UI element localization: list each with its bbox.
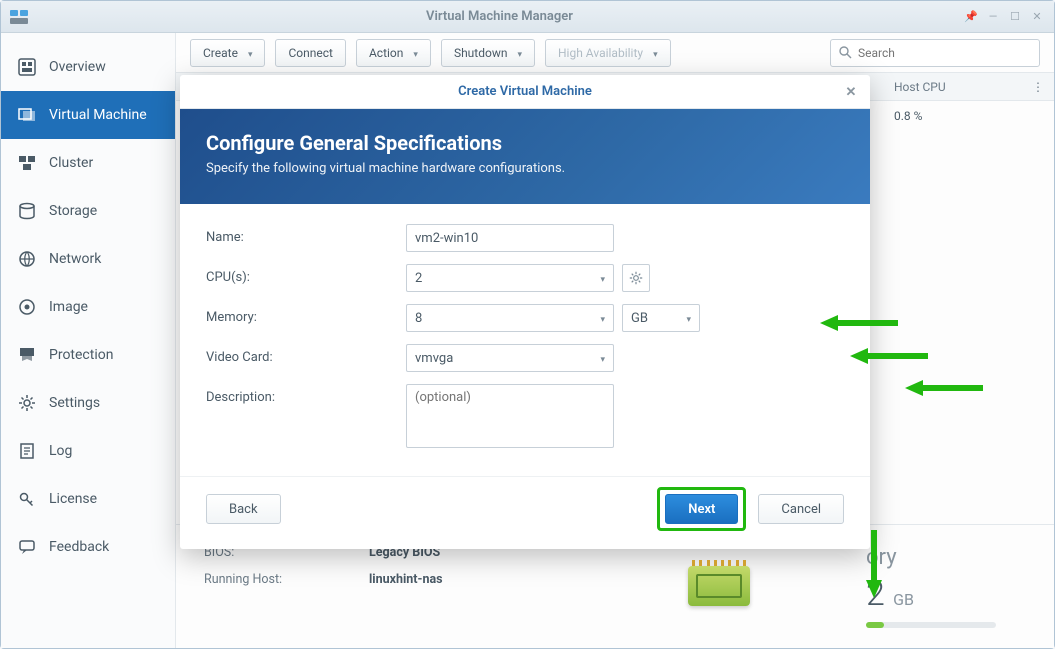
- chevron-down-icon: [600, 351, 605, 366]
- connect-button[interactable]: Connect: [275, 39, 345, 67]
- close-icon[interactable]: ✕: [842, 83, 860, 101]
- cell-hostcpu: 0.8 %: [884, 109, 1054, 123]
- video-select[interactable]: vmvga: [406, 344, 614, 372]
- sidebar-item-label: Image: [49, 299, 88, 315]
- sidebar-item-label: Cluster: [49, 155, 93, 171]
- modal-banner: Configure General Specifications Specify…: [180, 109, 870, 204]
- sidebar-item-storage[interactable]: Storage: [1, 187, 175, 235]
- sidebar-item-feedback[interactable]: Feedback: [1, 523, 175, 571]
- sidebar-item-protection[interactable]: Protection: [1, 331, 175, 379]
- chevron-down-icon: [686, 311, 691, 326]
- modal-title: Create Virtual Machine: [458, 84, 592, 99]
- processor-graphic: [688, 566, 750, 606]
- host-value: linuxhint-nas: [369, 572, 443, 587]
- chevron-down-icon: [244, 46, 253, 60]
- cpu-settings-button[interactable]: [622, 264, 650, 292]
- maximize-button[interactable]: ☐: [1006, 9, 1024, 25]
- name-label: Name:: [206, 224, 406, 245]
- minimize-button[interactable]: —: [984, 9, 1002, 25]
- log-icon: [17, 441, 37, 461]
- window-controls: 📌 — ☐ ✕: [962, 9, 1046, 25]
- network-icon: [17, 249, 37, 269]
- sidebar-item-network[interactable]: Network: [1, 235, 175, 283]
- column-menu-icon[interactable]: ⋮: [1032, 80, 1044, 94]
- overview-icon: [17, 57, 37, 77]
- sidebar-item-label: Settings: [49, 395, 100, 411]
- cpu-label: CPU(s):: [206, 264, 406, 285]
- cpu-select[interactable]: 2: [406, 264, 614, 292]
- window-title: Virtual Machine Manager: [37, 9, 962, 24]
- memory-value: 2 GB: [866, 574, 1026, 614]
- modal-header: Create Virtual Machine ✕: [180, 75, 870, 109]
- description-textarea[interactable]: [406, 384, 614, 448]
- sidebar-item-virtual-machine[interactable]: Virtual Machine: [1, 91, 175, 139]
- toolbar: Create Connect Action Shutdown High Avai…: [176, 33, 1054, 73]
- sidebar-item-label: Log: [49, 443, 72, 459]
- modal-footer: Back Next Cancel: [180, 476, 870, 549]
- name-input[interactable]: [406, 224, 614, 252]
- pin-icon[interactable]: 📌: [962, 9, 980, 25]
- titlebar: Virtual Machine Manager 📌 — ☐ ✕: [1, 1, 1054, 33]
- column-header-hostcpu[interactable]: Host CPU: [894, 80, 946, 94]
- sidebar-item-label: Feedback: [49, 539, 109, 555]
- sidebar-item-label: Network: [49, 251, 101, 267]
- protection-icon: [17, 345, 37, 365]
- sidebar-item-label: License: [49, 491, 97, 507]
- close-button[interactable]: ✕: [1028, 9, 1046, 25]
- banner-heading: Configure General Specifications: [206, 131, 844, 155]
- memory-bar: [866, 622, 996, 628]
- sidebar-item-cluster[interactable]: Cluster: [1, 139, 175, 187]
- action-button[interactable]: Action: [356, 39, 431, 67]
- memory-select[interactable]: 8: [406, 304, 614, 332]
- memory-label: Memory:: [206, 304, 406, 325]
- sidebar-item-image[interactable]: Image: [1, 283, 175, 331]
- sidebar-item-label: Storage: [49, 203, 97, 219]
- chevron-down-icon: [600, 271, 605, 286]
- memory-label: ory: [866, 545, 1026, 570]
- host-label: Running Host:: [204, 572, 369, 587]
- app-icon: [9, 7, 29, 27]
- chevron-down-icon: [409, 46, 418, 60]
- key-icon: [17, 489, 37, 509]
- create-vm-modal: Create Virtual Machine ✕ Configure Gener…: [180, 75, 870, 549]
- gear-icon: [17, 393, 37, 413]
- video-label: Video Card:: [206, 344, 406, 365]
- shutdown-button[interactable]: Shutdown: [441, 39, 535, 67]
- cluster-icon: [17, 153, 37, 173]
- modal-form: Name: CPU(s): 2 Memory: 8 GB Video Card:…: [180, 204, 870, 466]
- vm-icon: [17, 105, 37, 125]
- create-button[interactable]: Create: [190, 39, 265, 67]
- chevron-down-icon: [600, 311, 605, 326]
- sidebar-item-label: Protection: [49, 347, 113, 363]
- search-icon: [839, 46, 852, 59]
- image-icon: [17, 297, 37, 317]
- sidebar-item-settings[interactable]: Settings: [1, 379, 175, 427]
- next-highlight: Next: [657, 487, 746, 531]
- sidebar-item-overview[interactable]: Overview: [1, 43, 175, 91]
- chevron-down-icon: [513, 46, 522, 60]
- cancel-button[interactable]: Cancel: [758, 494, 844, 524]
- sidebar: Overview Virtual Machine Cluster Storage…: [1, 33, 176, 648]
- search-field[interactable]: [858, 46, 1031, 60]
- chevron-down-icon: [649, 46, 658, 60]
- banner-subtext: Specify the following virtual machine ha…: [206, 161, 844, 176]
- ha-button[interactable]: High Availability: [545, 39, 671, 67]
- back-button[interactable]: Back: [206, 494, 281, 524]
- storage-icon: [17, 201, 37, 221]
- sidebar-item-license[interactable]: License: [1, 475, 175, 523]
- sidebar-item-label: Overview: [49, 59, 106, 75]
- search-input[interactable]: [830, 39, 1040, 67]
- feedback-icon: [17, 537, 37, 557]
- sidebar-item-label: Virtual Machine: [49, 107, 147, 123]
- memory-unit-select[interactable]: GB: [622, 304, 700, 332]
- description-label: Description:: [206, 384, 406, 405]
- sidebar-item-log[interactable]: Log: [1, 427, 175, 475]
- next-button[interactable]: Next: [665, 494, 738, 524]
